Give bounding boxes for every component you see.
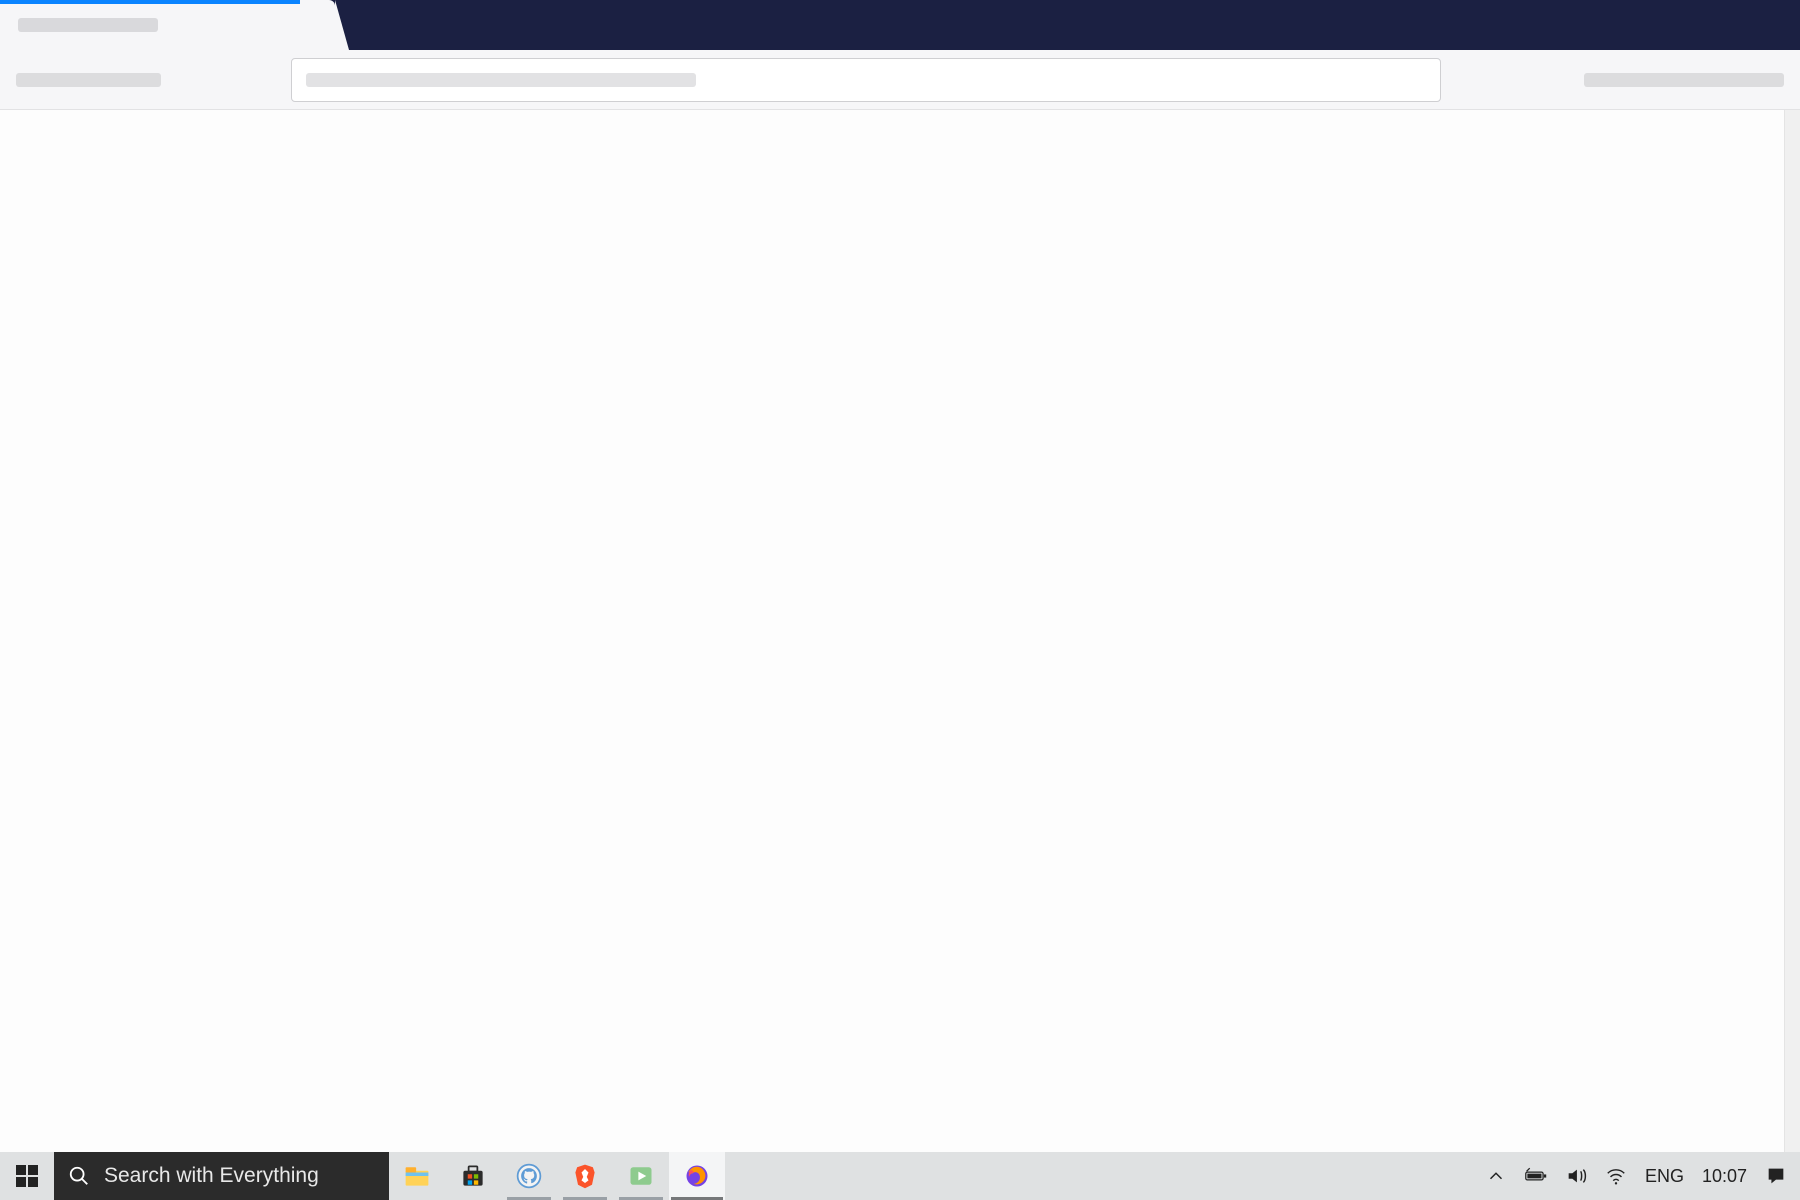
language-label: ENG (1645, 1166, 1684, 1187)
taskbar-app-file-explorer[interactable] (389, 1152, 445, 1200)
tab-loading-progress (0, 0, 300, 4)
nav-buttons-placeholder (16, 73, 161, 87)
tab-title-placeholder (18, 18, 158, 32)
speaker-icon (1565, 1165, 1587, 1187)
windows-logo-icon (16, 1165, 38, 1187)
tray-language[interactable]: ENG (1636, 1152, 1693, 1200)
file-explorer-icon (403, 1162, 431, 1190)
firefox-icon (683, 1162, 711, 1190)
brave-icon (571, 1162, 599, 1190)
tray-overflow-button[interactable] (1476, 1152, 1516, 1200)
tray-network[interactable] (1596, 1152, 1636, 1200)
taskbar-search[interactable]: Search with Everything (54, 1152, 389, 1200)
taskbar-app-firefox[interactable] (669, 1152, 725, 1200)
taskbar-app-microsoft-store[interactable] (445, 1152, 501, 1200)
tray-clock[interactable]: 10:07 (1693, 1152, 1756, 1200)
url-bar[interactable] (291, 58, 1441, 102)
notification-icon (1765, 1165, 1787, 1187)
toolbar-actions-placeholder (1584, 73, 1784, 87)
taskbar-pinned-apps (389, 1152, 725, 1200)
start-button[interactable] (0, 1152, 54, 1200)
taskbar: Search with Everything (0, 1152, 1800, 1200)
vertical-scrollbar[interactable] (1784, 110, 1800, 1152)
tray-volume[interactable] (1556, 1152, 1596, 1200)
url-placeholder (306, 73, 696, 87)
browser-tab[interactable] (0, 0, 335, 50)
store-icon (459, 1162, 487, 1190)
wifi-icon (1605, 1165, 1627, 1187)
tray-action-center[interactable] (1756, 1152, 1796, 1200)
browser-content (0, 110, 1800, 1152)
github-icon (515, 1162, 543, 1190)
taskbar-app-github-desktop[interactable] (501, 1152, 557, 1200)
browser-tabstrip (0, 0, 1800, 50)
taskbar-app-freetube[interactable] (613, 1152, 669, 1200)
taskbar-app-brave[interactable] (557, 1152, 613, 1200)
taskbar-search-placeholder: Search with Everything (104, 1164, 319, 1188)
freetube-icon (627, 1162, 655, 1190)
browser-toolbar (0, 50, 1800, 110)
tray-battery[interactable] (1516, 1152, 1556, 1200)
search-icon (68, 1165, 90, 1187)
chevron-up-icon (1485, 1165, 1507, 1187)
clock-label: 10:07 (1702, 1166, 1747, 1187)
tab-edge (335, 0, 349, 50)
system-tray: ENG 10:07 (1476, 1152, 1800, 1200)
battery-icon (1525, 1165, 1547, 1187)
